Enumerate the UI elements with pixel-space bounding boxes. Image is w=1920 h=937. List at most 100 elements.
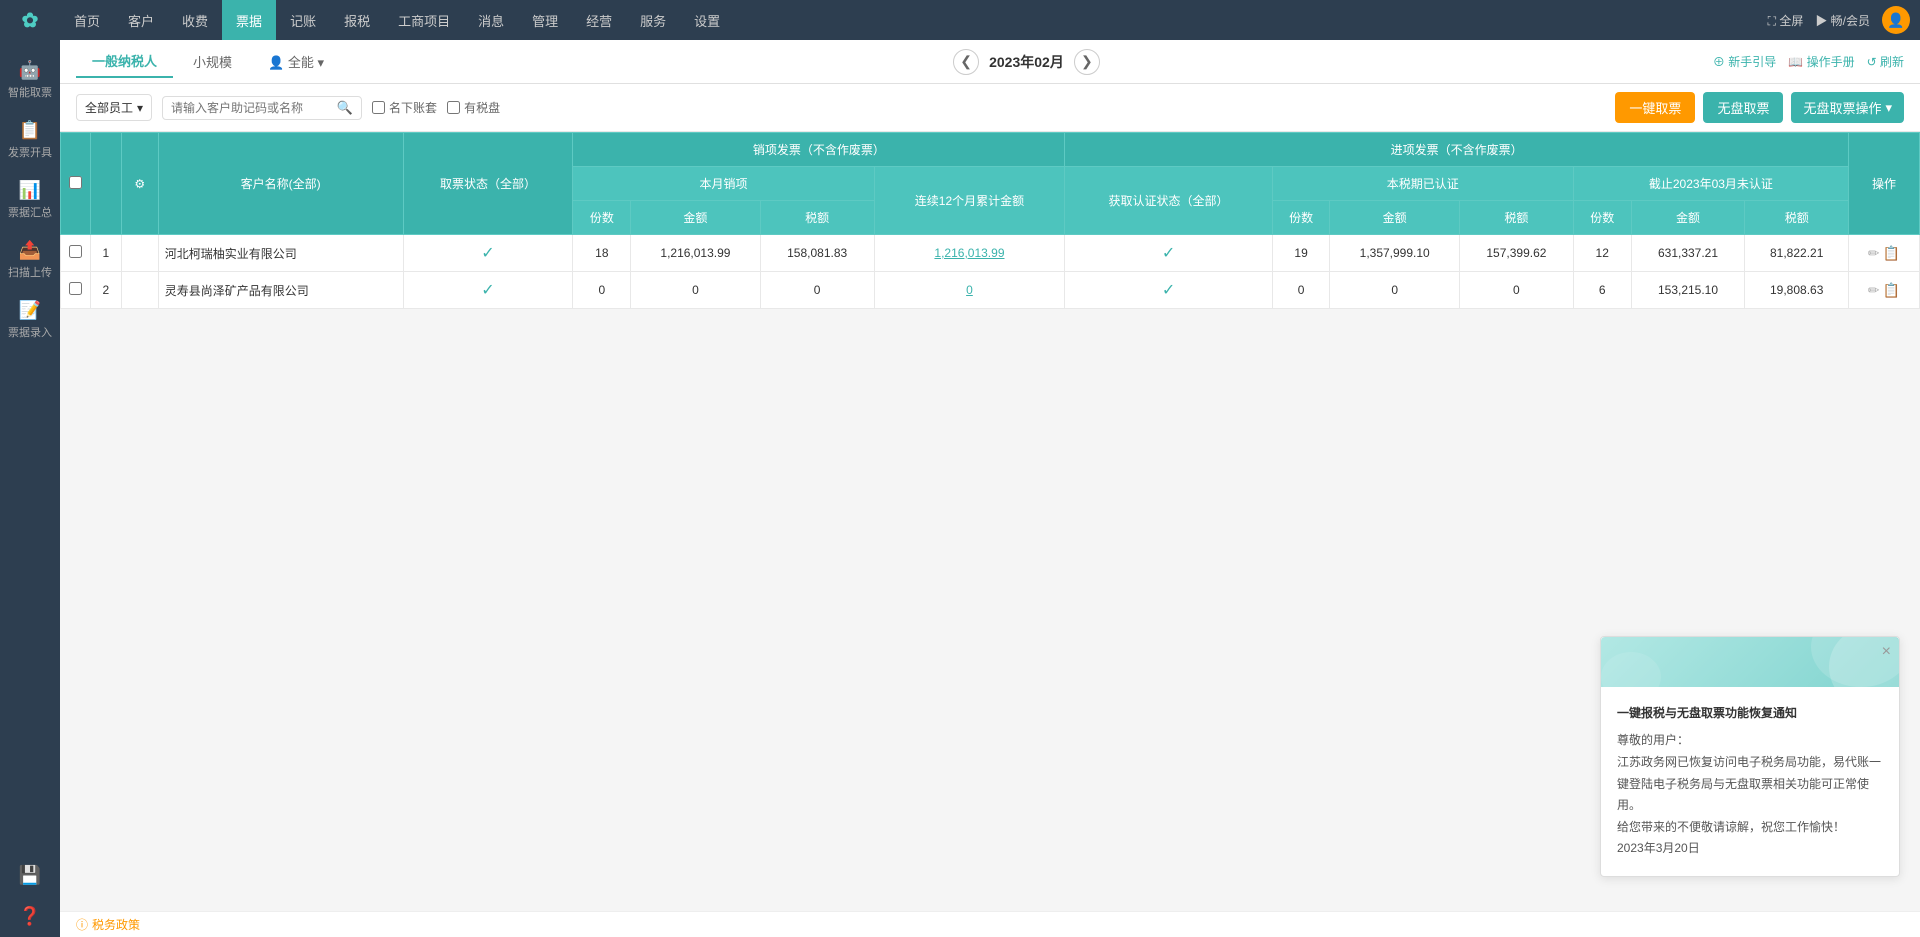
nav-service[interactable]: 服务 — [626, 0, 680, 40]
sidebar-item-help[interactable]: ❓ — [0, 896, 60, 937]
sidebar-label-smart-ticket: 智能取票 — [8, 84, 52, 100]
row-g2-wei-fen-0: 12 — [1573, 235, 1631, 272]
smart-ticket-icon: 🤖 — [19, 60, 41, 81]
fullscreen-btn[interactable]: ⛶ 全屏 — [1768, 12, 1804, 29]
th-g2-wei-fen: 份数 — [1573, 201, 1631, 235]
checkbox-accounts[interactable]: 名下账套 — [372, 99, 437, 116]
nav-message[interactable]: 消息 — [464, 0, 518, 40]
lian-jing-link-1[interactable]: 0 — [966, 283, 973, 297]
th-g2-wei-shui: 税额 — [1745, 201, 1849, 235]
manual-btn[interactable]: 📖 操作手册 — [1788, 53, 1854, 70]
search-input[interactable] — [171, 101, 337, 115]
sidebar-item-entry[interactable]: 📝 票据录入 — [0, 290, 60, 350]
row-action-0: ✏ 📋 — [1848, 235, 1919, 272]
th-settings-icon: ⚙ — [121, 133, 158, 235]
table-row: 2 灵寿县尚泽矿产品有限公司 ✓ 0 0 0 0 ✓ 0 0 0 6 153,2… — [61, 272, 1920, 309]
checkbox-taxpanel[interactable]: 有税盘 — [447, 99, 500, 116]
nav-items: 首页 客户 收费 票据 记账 报税 工商项目 消息 管理 经营 服务 设置 — [60, 0, 1768, 40]
prev-month-btn[interactable]: ❮ — [953, 49, 979, 75]
wupan-qupiao-btn[interactable]: 无盘取票 — [1703, 92, 1783, 123]
help-icon: ❓ — [19, 906, 41, 927]
th-g1-fen: 份数 — [573, 201, 631, 235]
nav-home[interactable]: 首页 — [60, 0, 114, 40]
row-g2-ben-jin-0: 1,357,999.10 — [1330, 235, 1460, 272]
notif-close-btn[interactable]: × — [1882, 643, 1891, 661]
row-customer-0: 河北柯瑞柚实业有限公司 — [158, 235, 403, 272]
employee-filter-label: 全部员工 — [85, 99, 133, 116]
checkbox-taxpanel-input[interactable] — [447, 101, 460, 114]
yijian-qupiao-btn[interactable]: 一键取票 — [1615, 92, 1695, 123]
notif-decoration — [1601, 637, 1899, 687]
new-guide-btn[interactable]: ⊕ 新手引导 — [1713, 53, 1776, 70]
tab-all[interactable]: 👤 全能 ▾ — [252, 46, 340, 77]
sidebar-item-summary[interactable]: 📊 票据汇总 — [0, 170, 60, 230]
th-benrenzheng: 本税期已认证 — [1272, 167, 1573, 201]
th-g1-jin: 金额 — [631, 201, 761, 235]
bottom-bar-icon: ⓘ — [76, 916, 88, 933]
employee-filter[interactable]: 全部员工 ▾ — [76, 94, 152, 121]
checkbox-accounts-input[interactable] — [372, 101, 385, 114]
nav-settings[interactable]: 设置 — [680, 0, 734, 40]
nav-tickets[interactable]: 票据 — [222, 0, 276, 40]
nav-business[interactable]: 工商项目 — [384, 0, 464, 40]
status-check-icon-1: ✓ — [481, 282, 494, 299]
tab-small-scale[interactable]: 小规模 — [177, 46, 248, 77]
table-body: 1 河北柯瑞柚实业有限公司 ✓ 18 1,216,013.99 158,081.… — [61, 235, 1920, 309]
copy-icon-0[interactable]: 📋 — [1883, 245, 1900, 261]
date-nav: ❮ 2023年02月 ❯ — [953, 49, 1100, 75]
next-month-btn[interactable]: ❯ — [1074, 49, 1100, 75]
edit-icon-0[interactable]: ✏ — [1868, 245, 1880, 261]
th-g2-ben-shui: 税额 — [1459, 201, 1573, 235]
member-btn[interactable]: ▶ 畅/会员 — [1815, 12, 1870, 29]
summary-icon: 📊 — [19, 180, 41, 201]
nav-tax[interactable]: 报税 — [330, 0, 384, 40]
notif-content: 江苏政务网已恢复访问电子税务局功能，易代账一键登陆电子税务局与无盘取票相关功能可… — [1617, 752, 1883, 817]
tab-right-actions: ⊕ 新手引导 📖 操作手册 ↺ 刷新 — [1713, 53, 1904, 70]
row-g2-ben-shui-0: 157,399.62 — [1459, 235, 1573, 272]
copy-icon-1[interactable]: 📋 — [1883, 282, 1900, 298]
row-check-0[interactable] — [61, 235, 91, 272]
sidebar-item-scan[interactable]: 📤 扫描上传 — [0, 230, 60, 290]
row-status-1: ✓ — [403, 272, 573, 309]
row-g1-jin-0: 1,216,013.99 — [631, 235, 761, 272]
row-g2-ben-jin-1: 0 — [1330, 272, 1460, 309]
row-g2-wei-shui-0: 81,822.21 — [1745, 235, 1849, 272]
row-g2-ben-fen-1: 0 — [1272, 272, 1330, 309]
th-customer: 客户名称(全部) — [158, 133, 403, 235]
wupan-more-arrow: ▾ — [1885, 100, 1892, 116]
select-all-checkbox[interactable] — [69, 176, 82, 189]
refresh-btn[interactable]: ↺ 刷新 — [1867, 53, 1904, 70]
lian-jing-link-0[interactable]: 1,216,013.99 — [934, 246, 1004, 260]
checkbox-accounts-label: 名下账套 — [389, 99, 437, 116]
th-g2-wei-jin: 金额 — [1631, 201, 1745, 235]
wupan-more-btn[interactable]: 无盘取票操作 ▾ — [1791, 92, 1904, 123]
row-idx-0: 1 — [91, 235, 122, 272]
row-g2-huoqu-1: ✓ — [1065, 272, 1272, 309]
avatar[interactable]: 👤 — [1882, 6, 1910, 34]
notif-decoration-svg — [1601, 637, 1899, 687]
nav-fees[interactable]: 收费 — [168, 0, 222, 40]
main-table: ⚙ 客户名称(全部) 取票状态（全部） 销项发票（不含作废票） 进项发票（不含作… — [60, 132, 1920, 309]
bottom-bar-label[interactable]: 税务政策 — [92, 916, 140, 933]
edit-icon-1[interactable]: ✏ — [1868, 282, 1880, 298]
notif-date: 2023年3月20日 — [1617, 838, 1883, 860]
sidebar-item-download[interactable]: 💾 — [0, 855, 60, 896]
th-lianjing: 连续12个月累计金额 — [874, 167, 1065, 235]
sidebar-label-scan: 扫描上传 — [8, 264, 52, 280]
nav-accounting[interactable]: 记账 — [276, 0, 330, 40]
date-display: 2023年02月 — [989, 52, 1064, 72]
sidebar-label-entry: 票据录入 — [8, 324, 52, 340]
nav-manage[interactable]: 管理 — [518, 0, 572, 40]
row-check-1[interactable] — [61, 272, 91, 309]
notification-popup: × 一键报税与无盘取票功能恢复通知 尊敬的用户： 江苏政务网已恢复访问电子税务局… — [1600, 636, 1900, 877]
th-huoqu: 获取认证状态（全部） — [1065, 167, 1272, 235]
sidebar-label-invoice-open: 发票开具 — [8, 144, 52, 160]
sidebar-item-smart-ticket[interactable]: 🤖 智能取票 — [0, 50, 60, 110]
nav-operation[interactable]: 经营 — [572, 0, 626, 40]
th-group1: 销项发票（不含作废票） — [573, 133, 1065, 167]
sidebar-item-invoice-open[interactable]: 📋 发票开具 — [0, 110, 60, 170]
nav-customer[interactable]: 客户 — [114, 0, 168, 40]
tab-general-taxpayer[interactable]: 一般纳税人 — [76, 45, 173, 78]
sidebar: 🤖 智能取票 📋 发票开具 📊 票据汇总 📤 扫描上传 📝 票据录入 💾 ❓ — [0, 40, 60, 937]
status-check-icon-0: ✓ — [481, 245, 494, 262]
